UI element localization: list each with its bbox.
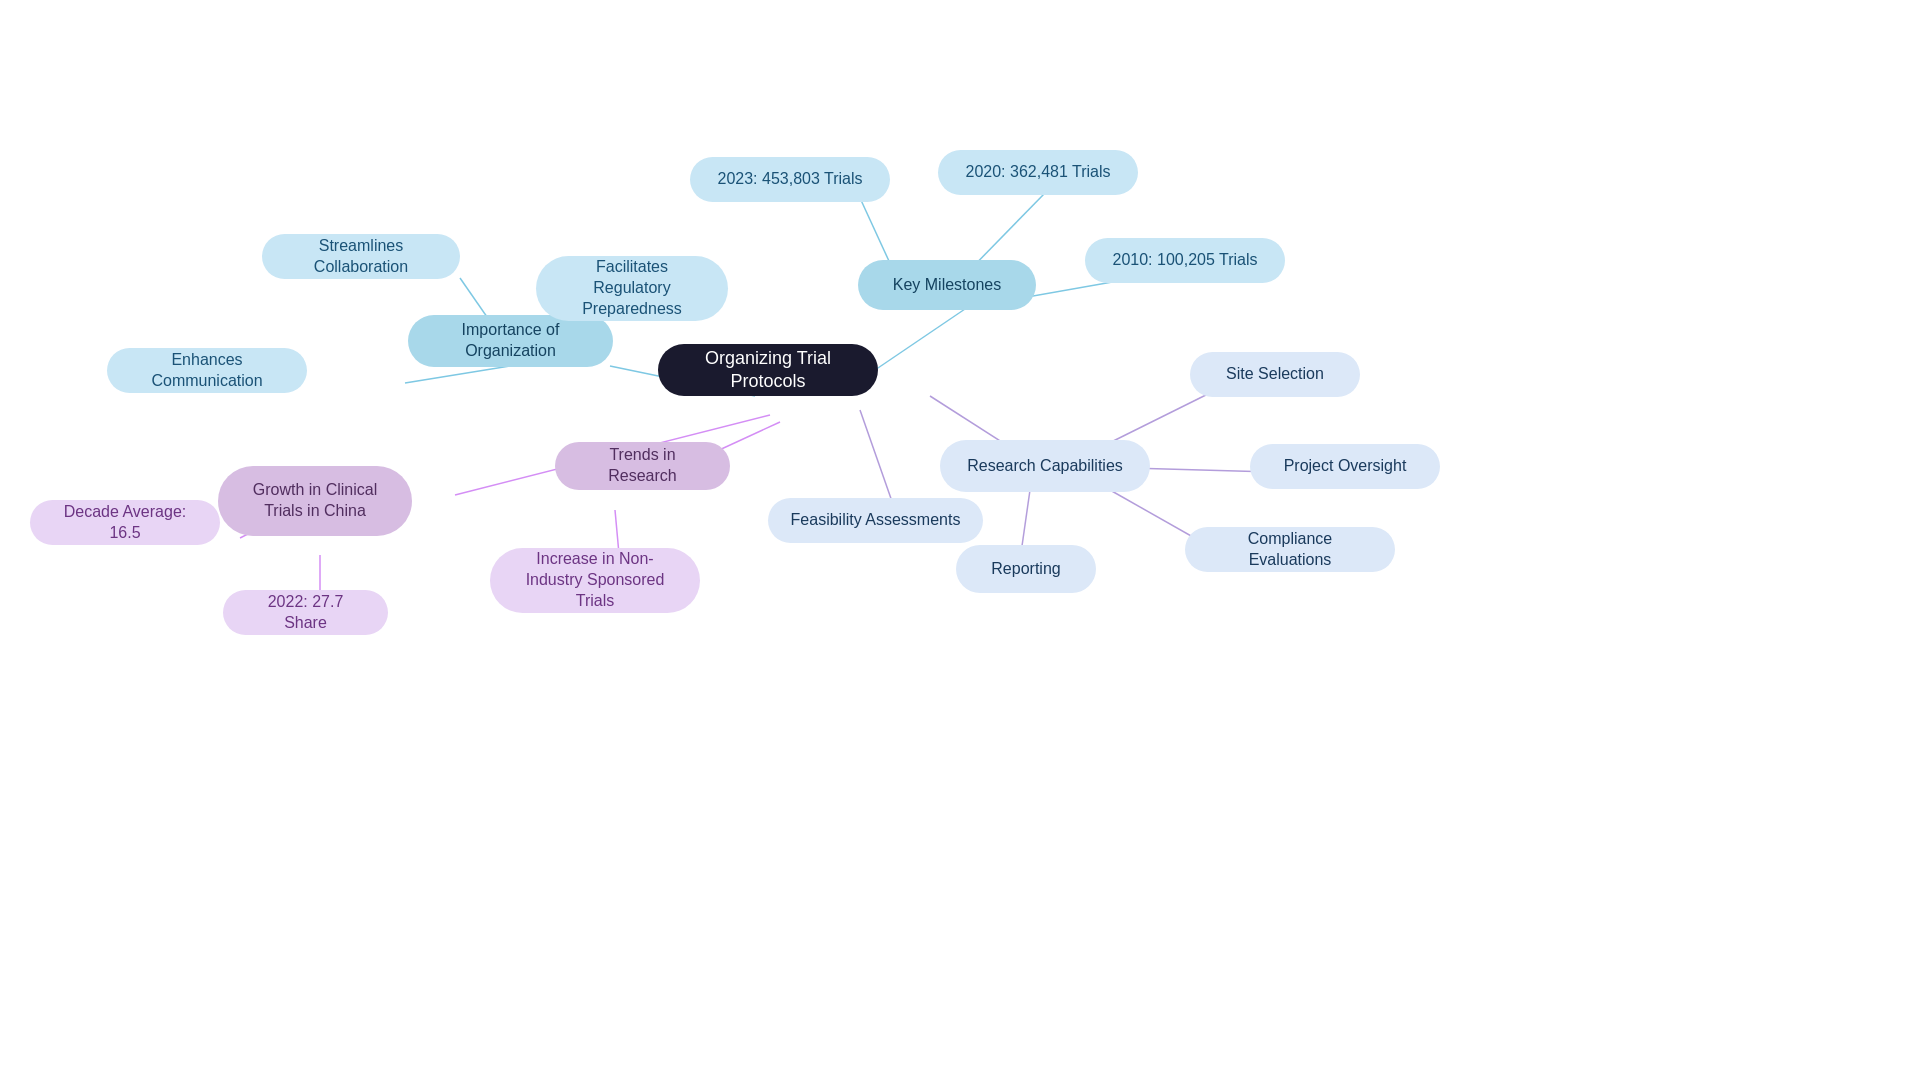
facilitates-reg-node: Facilitates Regulatory Preparedness: [536, 256, 728, 321]
enhances-comm-node: Enhances Communication: [107, 348, 307, 393]
reporting-node: Reporting: [956, 545, 1096, 593]
trial-2020-node: 2020: 362,481 Trials: [938, 150, 1138, 195]
svg-line-13: [860, 410, 895, 510]
importance-of-org-node: Importance of Organization: [408, 315, 613, 367]
decade-avg-node: Decade Average: 16.5: [30, 500, 220, 545]
trends-research-node: Trends in Research: [555, 442, 730, 490]
center-node: Organizing Trial Protocols: [658, 344, 878, 396]
key-milestones-node: Key Milestones: [858, 260, 1036, 310]
site-selection-node: Site Selection: [1190, 352, 1360, 397]
share-2022-node: 2022: 27.7 Share: [223, 590, 388, 635]
compliance-eval-node: Compliance Evaluations: [1185, 527, 1395, 572]
project-oversight-node: Project Oversight: [1250, 444, 1440, 489]
increase-nonindustry-node: Increase in Non-Industry Sponsored Trial…: [490, 548, 700, 613]
growth-china-node: Growth in Clinical Trials in China: [218, 466, 412, 536]
svg-line-4: [875, 309, 965, 370]
trial-2023-node: 2023: 453,803 Trials: [690, 157, 890, 202]
streamlines-collab-node: Streamlines Collaboration: [262, 234, 460, 279]
svg-line-3: [405, 366, 510, 383]
research-cap-node: Research Capabilities: [940, 440, 1150, 492]
feasibility-node: Feasibility Assessments: [768, 498, 983, 543]
trial-2010-node: 2010: 100,205 Trials: [1085, 238, 1285, 283]
